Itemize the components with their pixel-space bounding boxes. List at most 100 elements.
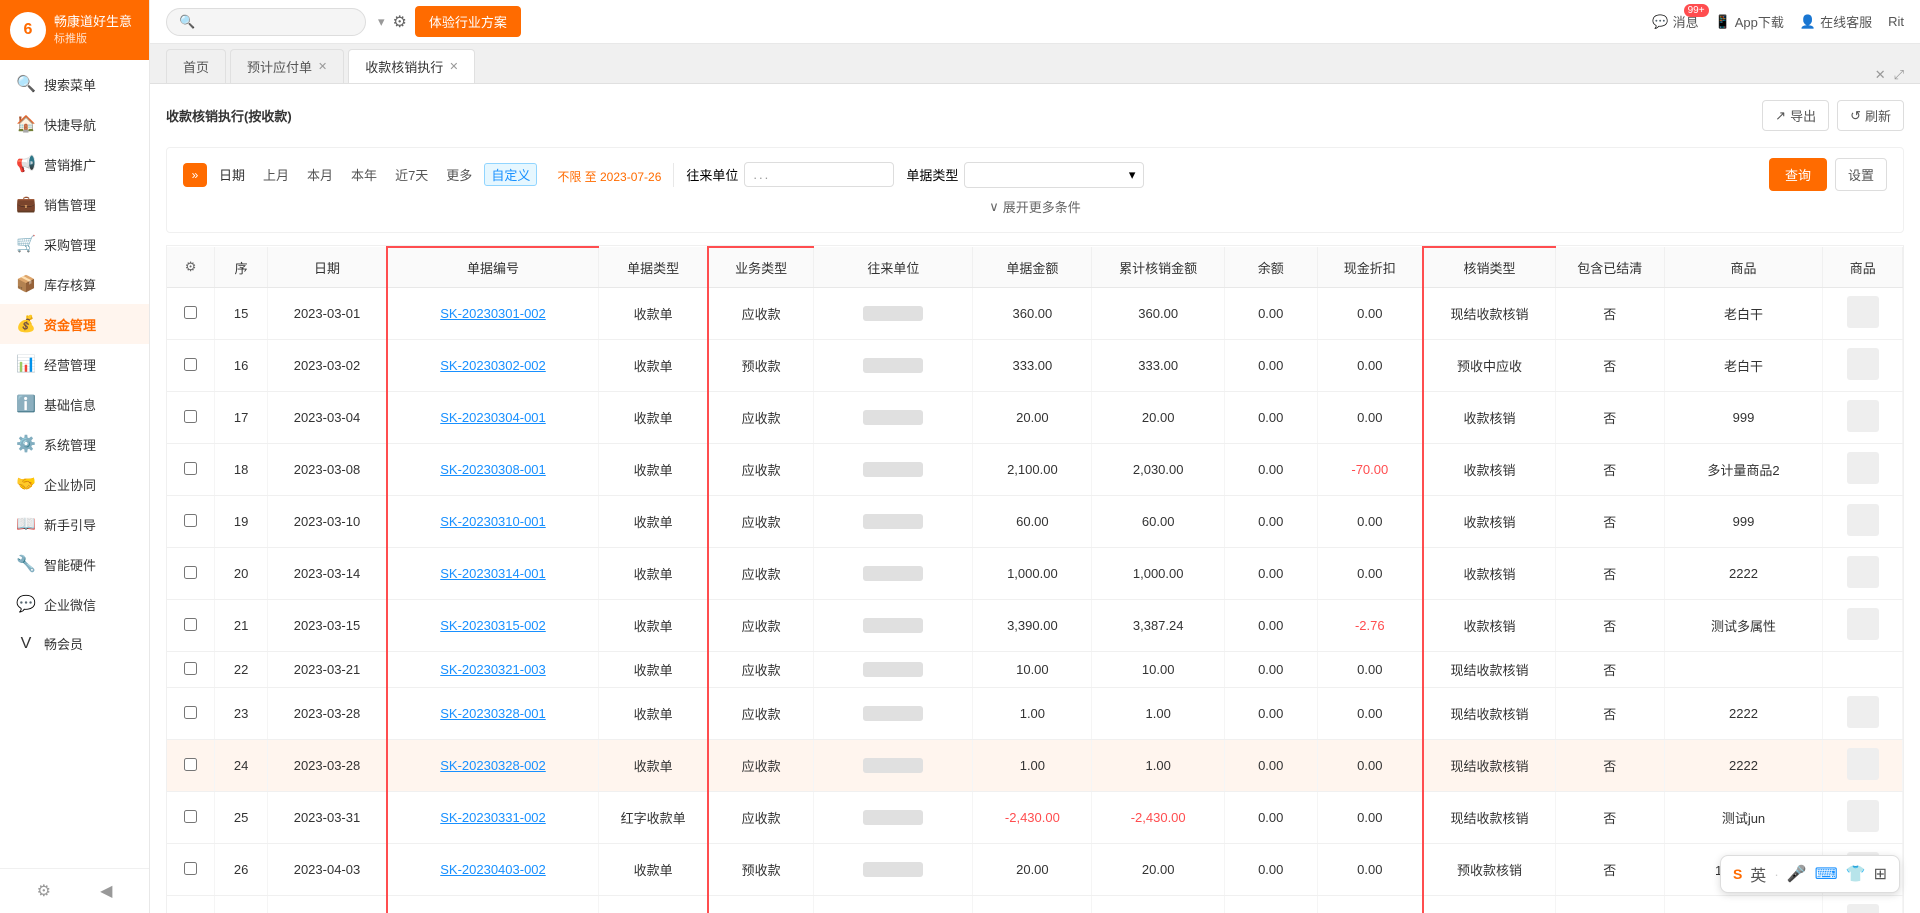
sidebar-label-collab: 企业协同 — [44, 475, 96, 494]
sidebar-item-collab[interactable]: 🤝 企业协同 — [0, 464, 149, 504]
tab-receipt-verify[interactable]: 收款核销执行 ✕ — [348, 49, 475, 83]
ime-keyboard-icon[interactable]: ⌨ — [1815, 864, 1838, 884]
export-icon: ↗ — [1775, 108, 1786, 124]
app-download-btn[interactable]: 📱 App下载 — [1715, 12, 1784, 31]
sidebar-item-member[interactable]: V 畅会员 — [0, 624, 149, 663]
cell-partner — [814, 340, 973, 392]
row-checkbox[interactable] — [184, 566, 197, 579]
user-name[interactable]: Rit — [1888, 14, 1904, 29]
tab-payable[interactable]: 预计应付单 ✕ — [230, 49, 344, 83]
cell-checkbox[interactable] — [167, 844, 215, 896]
row-checkbox[interactable] — [184, 306, 197, 319]
bill-no-link[interactable]: SK-20230314-001 — [440, 566, 546, 581]
sidebar-item-search[interactable]: 🔍 搜索菜单 — [0, 64, 149, 104]
filter-date-more[interactable]: 更多 — [440, 163, 478, 186]
filter-bill-type-select[interactable]: ▾ — [964, 162, 1144, 188]
ime-mic-icon[interactable]: 🎤 — [1787, 864, 1807, 884]
tab-home[interactable]: 首页 — [166, 49, 226, 83]
sidebar-item-purchase[interactable]: 🛒 采购管理 — [0, 224, 149, 264]
th-settings-icon[interactable]: ⚙ — [185, 259, 197, 274]
filter-date-7days[interactable]: 近7天 — [389, 163, 434, 186]
cell-checkbox[interactable] — [167, 792, 215, 844]
filter-date-custom[interactable]: 自定义 — [484, 163, 537, 186]
partner-blurred — [863, 358, 923, 373]
collapse-icon[interactable]: ◀ — [100, 881, 112, 901]
cell-checkbox[interactable] — [167, 340, 215, 392]
cell-checkbox[interactable] — [167, 444, 215, 496]
filter-expand-btn[interactable]: » — [183, 163, 207, 187]
filter-date-this-month[interactable]: 本月 — [301, 163, 339, 186]
bill-no-link[interactable]: SK-20230310-001 — [440, 514, 546, 529]
ime-grid-icon[interactable]: ⊞ — [1874, 864, 1887, 884]
settings-btn[interactable]: 设置 — [1835, 158, 1887, 191]
row-checkbox[interactable] — [184, 862, 197, 875]
filter-date-last-month[interactable]: 上月 — [257, 163, 295, 186]
sidebar-item-system[interactable]: ⚙️ 系统管理 — [0, 424, 149, 464]
online-service-btn[interactable]: 👤 在线客服 — [1800, 12, 1872, 31]
bill-no-link[interactable]: SK-20230304-001 — [440, 410, 546, 425]
sidebar-item-shortcut[interactable]: 🏠 快捷导航 — [0, 104, 149, 144]
cell-checkbox[interactable] — [167, 688, 215, 740]
row-checkbox[interactable] — [184, 618, 197, 631]
bill-no-link[interactable]: SK-20230328-002 — [440, 758, 546, 773]
settings-icon[interactable]: ⚙ — [37, 881, 51, 901]
row-checkbox[interactable] — [184, 462, 197, 475]
cell-amount: 20.00 — [973, 392, 1092, 444]
export-btn[interactable]: ↗ 导出 — [1762, 100, 1829, 131]
cell-checkbox[interactable] — [167, 896, 215, 913]
exp-industry-btn[interactable]: 体验行业方案 — [415, 6, 521, 37]
expand-more-conditions[interactable]: ∨ 展开更多条件 — [183, 191, 1887, 222]
sidebar-item-sales[interactable]: 💼 销售管理 — [0, 184, 149, 224]
tab-close-all-icon[interactable]: ✕ — [1875, 67, 1886, 83]
cell-checkbox[interactable] — [167, 496, 215, 548]
table-row: 26 2023-04-03 SK-20230403-002 收款单 预收款 20… — [167, 844, 1903, 896]
sidebar-item-guide[interactable]: 📖 新手引导 — [0, 504, 149, 544]
sidebar-item-operations[interactable]: 📊 经营管理 — [0, 344, 149, 384]
filter-partner-select[interactable]: ... — [744, 162, 894, 187]
ime-skin-icon[interactable]: 👕 — [1846, 864, 1866, 884]
row-checkbox[interactable] — [184, 514, 197, 527]
bill-no-link[interactable]: SK-20230301-002 — [440, 306, 546, 321]
bill-no-link[interactable]: SK-20230403-002 — [440, 862, 546, 877]
sidebar-item-basic[interactable]: ℹ️ 基础信息 — [0, 384, 149, 424]
topbar-chevron-icon[interactable]: ▾ — [378, 14, 385, 30]
cell-checkbox[interactable] — [167, 392, 215, 444]
tab-fullscreen-icon[interactable]: ⤢ — [1894, 67, 1904, 83]
row-checkbox[interactable] — [184, 662, 197, 675]
row-checkbox[interactable] — [184, 706, 197, 719]
table-row: 19 2023-03-10 SK-20230310-001 收款单 应收款 60… — [167, 496, 1903, 548]
sidebar-item-finance[interactable]: 💰 资金管理 — [0, 304, 149, 344]
cell-checkbox[interactable] — [167, 288, 215, 340]
bill-no-link[interactable]: SK-20230302-002 — [440, 358, 546, 373]
row-checkbox[interactable] — [184, 358, 197, 371]
bill-no-link[interactable]: SK-20230308-001 — [440, 462, 546, 477]
cell-checkbox[interactable] — [167, 740, 215, 792]
tab-payable-close[interactable]: ✕ — [318, 60, 327, 73]
row-checkbox[interactable] — [184, 758, 197, 771]
bill-no-link[interactable]: SK-20230315-002 — [440, 618, 546, 633]
topbar-gear-icon[interactable]: ⚙ — [393, 12, 407, 32]
row-checkbox[interactable] — [184, 410, 197, 423]
bill-no-link[interactable]: SK-20230328-001 — [440, 706, 546, 721]
row-checkbox[interactable] — [184, 810, 197, 823]
bill-no-link[interactable]: SK-20230321-003 — [440, 662, 546, 677]
cell-include: 否 — [1555, 652, 1664, 688]
sidebar-item-wechat[interactable]: 💬 企业微信 — [0, 584, 149, 624]
cell-checkbox[interactable] — [167, 652, 215, 688]
th-settings[interactable]: ⚙ — [167, 247, 215, 288]
topbar-search-box[interactable]: 🔍 — [166, 8, 366, 36]
filter-date-this-year[interactable]: 本年 — [345, 163, 383, 186]
ime-lang-label[interactable]: 英 — [1750, 862, 1766, 886]
sidebar-item-hardware[interactable]: 🔧 智能硬件 — [0, 544, 149, 584]
cell-checkbox[interactable] — [167, 600, 215, 652]
cell-checkbox[interactable] — [167, 548, 215, 600]
sidebar-item-inventory[interactable]: 📦 库存核算 — [0, 264, 149, 304]
message-btn[interactable]: 💬 消息 99+ — [1652, 12, 1698, 31]
table-row: 18 2023-03-08 SK-20230308-001 收款单 应收款 2,… — [167, 444, 1903, 496]
cell-discount: -2.76 — [1317, 600, 1423, 652]
bill-no-link[interactable]: SK-20230331-002 — [440, 810, 546, 825]
tab-receipt-close[interactable]: ✕ — [449, 60, 458, 73]
sidebar-item-marketing[interactable]: 📢 营销推广 — [0, 144, 149, 184]
query-btn[interactable]: 查询 — [1769, 158, 1827, 191]
refresh-btn[interactable]: ↺ 刷新 — [1837, 100, 1904, 131]
